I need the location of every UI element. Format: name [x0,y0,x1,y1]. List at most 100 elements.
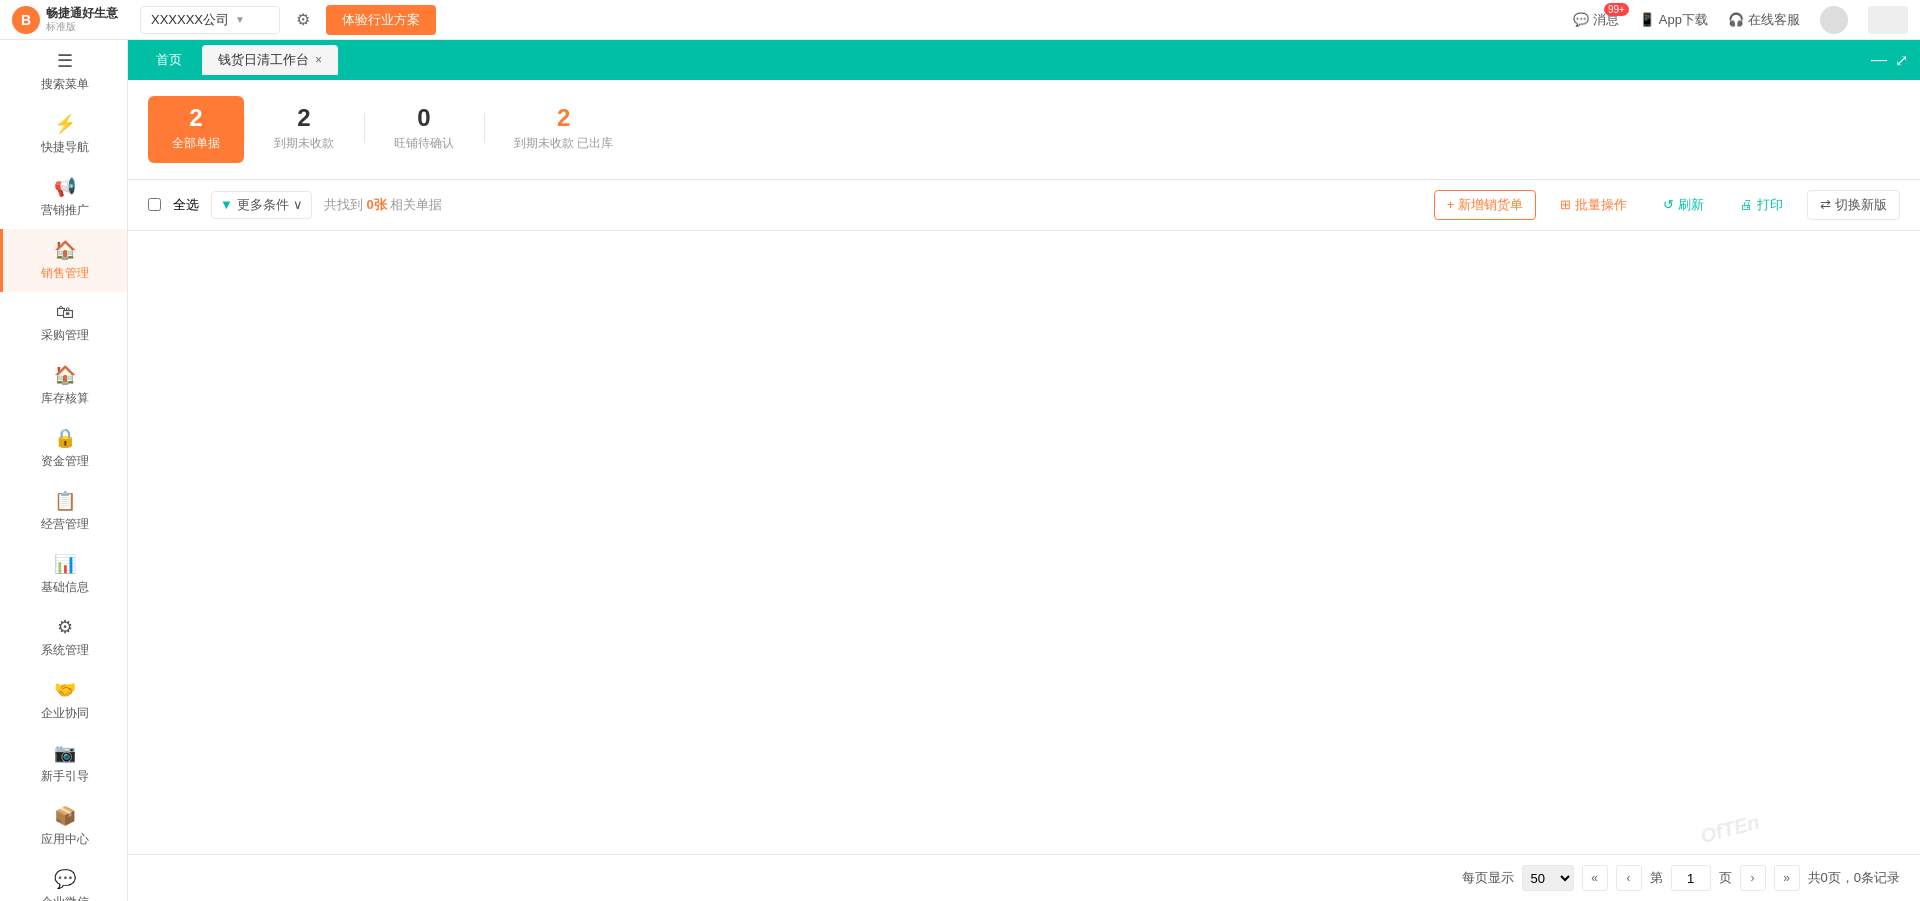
tab-close-icon[interactable]: × [315,53,322,67]
inventory-icon: 🏠 [54,364,76,386]
marketing-icon: 📢 [54,176,76,198]
enterprise-icon: 🤝 [54,679,76,701]
total-records-label: 共0页，0条记录 [1808,869,1900,887]
sidebar-item-marketing[interactable]: 📢 营销推广 [0,166,127,229]
sidebar-item-label: 经营管理 [41,516,89,533]
tab-bar: 首页 钱货日清工作台 × — ⤢ [128,40,1920,80]
page-input[interactable] [1671,865,1711,891]
next-page-button[interactable]: › [1740,865,1766,891]
sidebar-item-label: 搜索菜单 [41,76,89,93]
select-all-checkbox[interactable] [148,198,161,211]
batch-icon: ⊞ [1560,197,1571,212]
logo-area: B 畅捷通好生意 标准版 [12,6,140,34]
per-page-select[interactable]: 50 20 100 [1522,865,1574,891]
trial-button[interactable]: 体验行业方案 [326,5,436,35]
stat-pending-label: 旺铺待确认 [394,135,454,152]
sidebar-item-operation[interactable]: 📋 经营管理 [0,480,127,543]
print-button[interactable]: 🖨 打印 [1728,191,1795,219]
sidebar-item-system[interactable]: ⚙ 系统管理 [0,606,127,669]
funds-icon: 🔒 [54,427,76,449]
sidebar-item-guide[interactable]: 📷 新手引导 [0,732,127,795]
minimize-icon[interactable]: — [1871,51,1887,70]
app-download-button[interactable]: 📱 App下载 [1639,11,1708,29]
switch-icon: ⇄ [1820,197,1831,212]
sidebar-item-label: 企业微信 [41,894,89,901]
logo-text: 畅捷通好生意 标准版 [46,6,118,32]
refresh-icon: ↺ [1663,197,1674,212]
quick-nav-icon: ⚡ [54,113,76,135]
sales-icon: 🏠 [54,239,76,261]
sidebar: ☰ 搜索菜单 ⚡ 快捷导航 📢 营销推广 🏠 销售管理 🛍 采购管理 🏠 库存核… [0,40,128,901]
wechat-icon: 💬 [54,868,76,890]
tab-controls: — ⤢ [1871,51,1908,70]
online-service-button[interactable]: 🎧 在线客服 [1728,11,1800,29]
stat-shipped-label: 到期未收款 已出库 [514,135,613,152]
sidebar-item-label: 基础信息 [41,579,89,596]
expand-icon[interactable]: ⤢ [1895,51,1908,70]
sidebar-item-app-center[interactable]: 📦 应用中心 [0,795,127,858]
operation-icon: 📋 [54,490,76,512]
sidebar-item-search-menu[interactable]: ☰ 搜索菜单 [0,40,127,103]
sidebar-item-funds[interactable]: 🔒 资金管理 [0,417,127,480]
user-name-area[interactable] [1868,6,1908,34]
new-sale-order-button[interactable]: + 新增销货单 [1434,190,1536,220]
search-menu-icon: ☰ [57,50,73,72]
stat-card-pending[interactable]: 0 旺铺待确认 [364,96,484,163]
stat-card-shipped[interactable]: 2 到期未收款 已出库 [484,96,643,163]
stat-overdue-label: 到期未收款 [274,135,334,152]
sidebar-item-label: 企业协同 [41,705,89,722]
pagination: 每页显示 50 20 100 « ‹ 第 页 › » 共0页，0条记录 [128,854,1920,901]
prev-page-button[interactable]: ‹ [1616,865,1642,891]
toolbar: 全选 ▼ 更多条件 ∨ 共找到 0张 相关单据 + 新增销货单 ⊞ [128,180,1920,231]
message-button[interactable]: 💬 消息 99+ [1573,11,1619,29]
logo-icon: B [12,6,40,34]
toolbar-right: + 新增销货单 ⊞ 批量操作 ↺ 刷新 🖨 打印 ⇄ [1434,190,1900,220]
tab-active[interactable]: 钱货日清工作台 × [202,45,338,75]
switch-version-button[interactable]: ⇄ 切换新版 [1807,190,1900,220]
page-content: 2 全部单据 2 到期未收款 0 旺铺待确认 2 到期未收款 已出库 [128,80,1920,901]
first-page-button[interactable]: « [1582,865,1608,891]
message-badge: 99+ [1604,3,1629,16]
stat-card-all[interactable]: 2 全部单据 [148,96,244,163]
refresh-button[interactable]: ↺ 刷新 [1651,191,1716,219]
message-icon: 💬 [1573,12,1589,27]
sidebar-item-purchase[interactable]: 🛍 采购管理 [0,292,127,354]
filter-icon: ▼ [220,197,233,212]
sidebar-item-label: 销售管理 [41,265,89,282]
stat-card-overdue[interactable]: 2 到期未收款 [244,96,364,163]
sidebar-item-label: 资金管理 [41,453,89,470]
sidebar-item-quick-nav[interactable]: ⚡ 快捷导航 [0,103,127,166]
last-page-button[interactable]: » [1774,865,1800,891]
company-selector[interactable]: XXXXXX公司 ▼ [140,6,280,34]
stat-all-number: 2 [172,104,220,133]
stat-all-label: 全部单据 [172,135,220,152]
system-icon: ⚙ [57,616,73,638]
sidebar-item-label: 应用中心 [41,831,89,848]
content-area: 首页 钱货日清工作台 × — ⤢ 2 全部单据 2 到期未收款 [128,40,1920,901]
table-area [128,231,1920,854]
tab-home[interactable]: 首页 [140,45,198,75]
sidebar-item-label: 采购管理 [41,327,89,344]
found-text: 共找到 0张 相关单据 [324,196,442,214]
avatar[interactable] [1820,6,1848,34]
service-icon: 🎧 [1728,12,1744,27]
sidebar-item-wechat[interactable]: 💬 企业微信 [0,858,127,901]
sidebar-item-enterprise[interactable]: 🤝 企业协同 [0,669,127,732]
company-name: XXXXXX公司 [151,11,229,29]
stat-pending-number: 0 [394,104,454,133]
download-icon: 📱 [1639,12,1655,27]
sidebar-item-inventory[interactable]: 🏠 库存核算 [0,354,127,417]
settings-button[interactable]: ⚙ [288,5,318,35]
basic-info-icon: 📊 [54,553,76,575]
filter-label: 更多条件 [237,196,289,214]
select-all-label: 全选 [173,196,199,214]
filter-chevron-icon: ∨ [293,197,303,212]
sidebar-item-sales[interactable]: 🏠 销售管理 [0,229,127,292]
print-icon: 🖨 [1740,197,1753,212]
sidebar-item-label: 库存核算 [41,390,89,407]
sidebar-item-basic-info[interactable]: 📊 基础信息 [0,543,127,606]
top-right-area: 💬 消息 99+ 📱 App下载 🎧 在线客服 [1573,6,1908,34]
found-count: 0张 [367,197,387,212]
filter-button[interactable]: ▼ 更多条件 ∨ [211,191,312,219]
batch-operation-button[interactable]: ⊞ 批量操作 [1548,191,1639,219]
